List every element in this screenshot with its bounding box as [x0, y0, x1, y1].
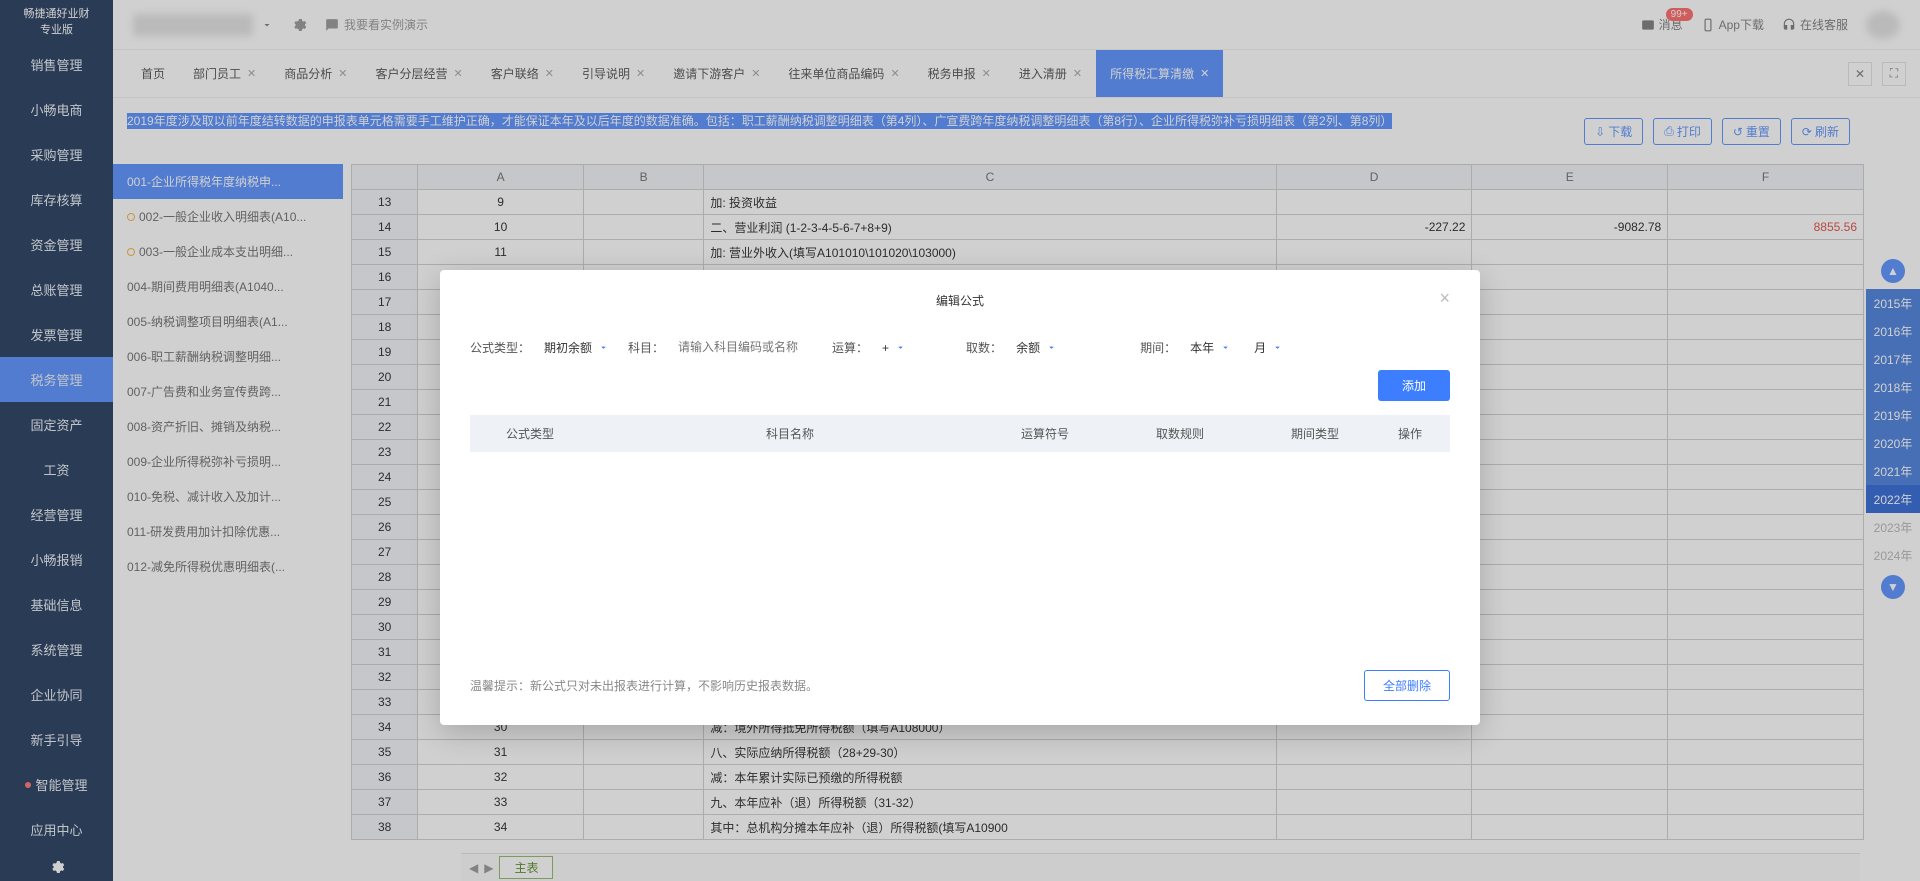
subject-input[interactable] [678, 340, 818, 355]
label-formula-type: 公式类型： [470, 339, 530, 356]
label-period: 期间： [1140, 339, 1176, 356]
formula-type-select[interactable]: 期初余额 [544, 339, 614, 356]
modal-th: 科目名称 [590, 415, 990, 452]
chevron-down-icon [1272, 342, 1283, 353]
label-subject: 科目： [628, 339, 664, 356]
modal-th: 取数规则 [1100, 415, 1260, 452]
fetch-select[interactable]: 余额 [1016, 339, 1126, 356]
chevron-down-icon [895, 342, 906, 353]
add-button[interactable]: 添加 [1378, 370, 1450, 401]
period-month-select[interactable]: 月 [1254, 339, 1294, 356]
delete-all-button[interactable]: 全部删除 [1364, 670, 1450, 701]
modal-th: 公式类型 [470, 415, 590, 452]
label-operator: 运算： [832, 339, 868, 356]
modal-tip: 温馨提示：新公式只对未出报表进行计算，不影响历史报表数据。 [470, 677, 818, 694]
formula-table-body [470, 452, 1450, 652]
modal-th: 运算符号 [990, 415, 1100, 452]
modal-title: 编辑公式 × [470, 292, 1450, 309]
chevron-down-icon [1046, 342, 1057, 353]
period-year-select[interactable]: 本年 [1190, 339, 1240, 356]
edit-formula-modal: 编辑公式 × 公式类型： 期初余额 科目： 运算： + 取数： 余额 期间： 本… [440, 270, 1480, 725]
chevron-down-icon [1220, 342, 1231, 353]
operator-select[interactable]: + [882, 341, 952, 355]
formula-table: 公式类型科目名称运算符号取数规则期间类型操作 [470, 415, 1450, 452]
chevron-down-icon [598, 342, 609, 353]
modal-overlay: 编辑公式 × 公式类型： 期初余额 科目： 运算： + 取数： 余额 期间： 本… [0, 0, 1920, 881]
label-fetch: 取数： [966, 339, 1002, 356]
modal-close-button[interactable]: × [1439, 288, 1450, 309]
modal-th: 期间类型 [1260, 415, 1370, 452]
modal-th: 操作 [1370, 415, 1450, 452]
